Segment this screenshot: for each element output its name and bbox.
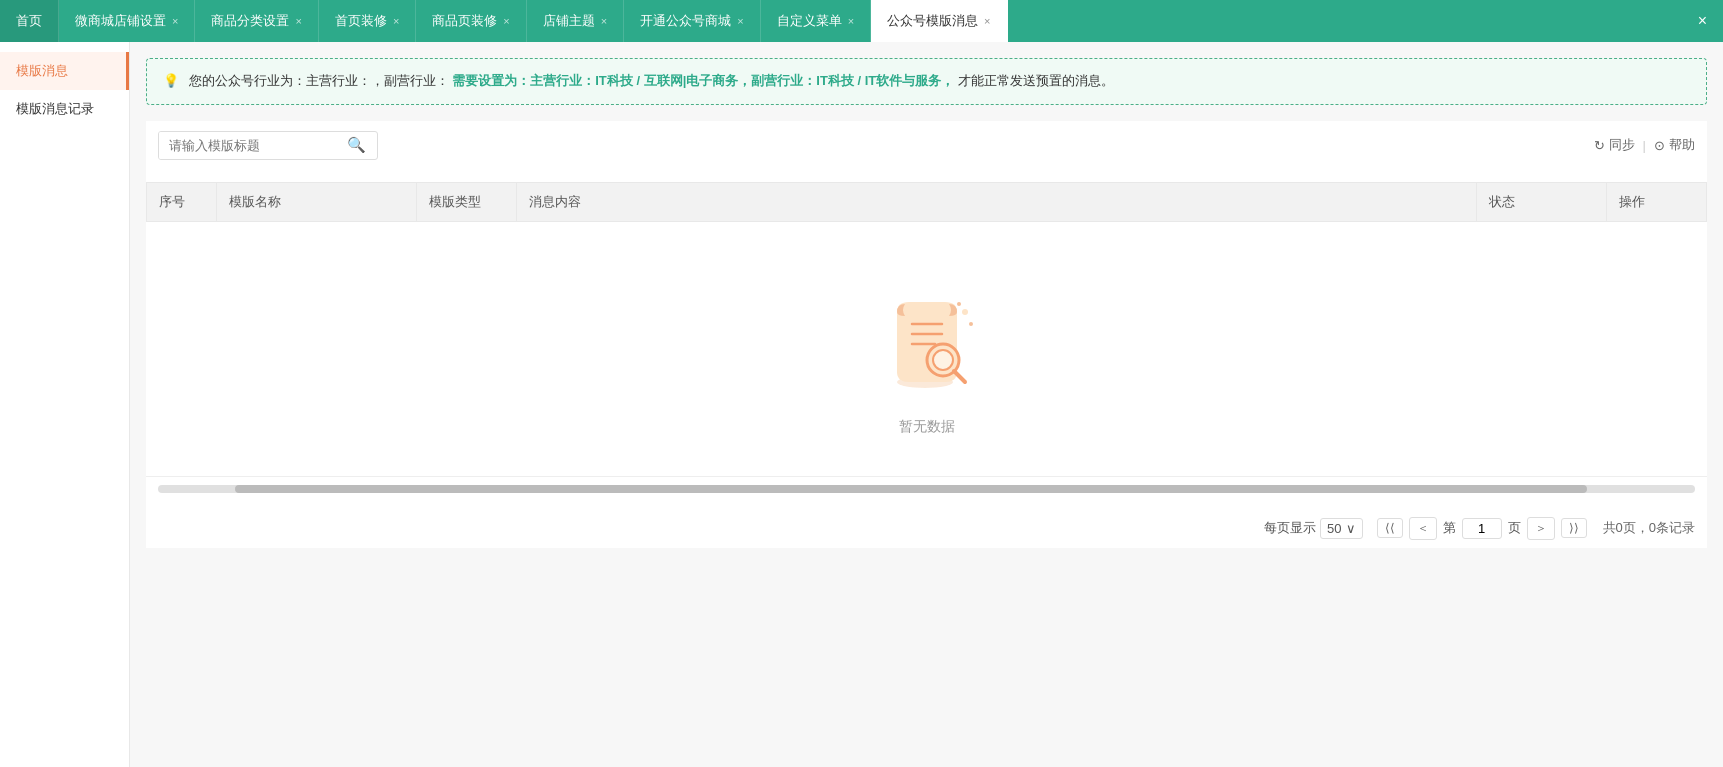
svg-point-8 bbox=[969, 322, 973, 326]
col-seq: 序号 bbox=[147, 182, 217, 221]
nav-close-template-msg[interactable]: × bbox=[984, 15, 990, 27]
toolbar-right: ↻ 同步 | ⊙ 帮助 bbox=[1594, 136, 1695, 154]
nav-item-custom-menu[interactable]: 自定义菜单 × bbox=[761, 0, 871, 42]
pagination: 每页显示 50 ∨ ⟨⟨ ＜ 第 页 ＞ ⟩⟩ 共0页，0条记录 bbox=[146, 509, 1707, 548]
table-header-row: 序号 模版名称 模版类型 消息内容 状态 操作 bbox=[147, 182, 1707, 221]
nav-item-category-settings[interactable]: 商品分类设置 × bbox=[195, 0, 318, 42]
nav-close-store-settings[interactable]: × bbox=[172, 15, 178, 27]
col-content: 消息内容 bbox=[517, 182, 1477, 221]
nav-close-product-decoration[interactable]: × bbox=[503, 15, 509, 27]
nav-label-home-decoration: 首页装修 bbox=[335, 12, 387, 30]
nav-label-product-decoration: 商品页装修 bbox=[432, 12, 497, 30]
nav-label-template-msg: 公众号模版消息 bbox=[887, 12, 978, 30]
toolbar-divider: | bbox=[1643, 138, 1646, 153]
content-area: 💡 您的公众号行业为：主营行业：，副营行业： 需要设置为：主营行业：IT科技 /… bbox=[130, 42, 1723, 767]
nav-item-store-theme[interactable]: 店铺主题 × bbox=[527, 0, 624, 42]
page-size-label: 每页显示 bbox=[1264, 519, 1316, 537]
search-input[interactable] bbox=[159, 132, 339, 159]
sidebar-label-template-msg-record: 模版消息记录 bbox=[16, 101, 94, 116]
nav-close-category-settings[interactable]: × bbox=[295, 15, 301, 27]
next-page-button[interactable]: ＞ bbox=[1527, 517, 1555, 540]
search-input-wrap: 🔍 bbox=[158, 131, 378, 160]
notice-bulb-icon: 💡 bbox=[163, 73, 179, 88]
sync-label: 同步 bbox=[1609, 136, 1635, 154]
col-action: 操作 bbox=[1607, 182, 1707, 221]
top-navigation: 首页 微商城店铺设置 × 商品分类设置 × 首页装修 × 商品页装修 × 店铺主… bbox=[0, 0, 1723, 42]
page-label-prefix: 第 bbox=[1443, 519, 1456, 537]
nav-item-home[interactable]: 首页 bbox=[0, 0, 59, 42]
sidebar-label-template-msg: 模版消息 bbox=[16, 63, 68, 78]
col-type: 模版类型 bbox=[417, 182, 517, 221]
horizontal-scrollbar[interactable] bbox=[158, 485, 1695, 493]
page-size-value: 50 bbox=[1327, 521, 1341, 536]
total-info: 共0页，0条记录 bbox=[1603, 519, 1695, 537]
empty-illustration bbox=[867, 282, 987, 402]
notice-suffix-text: 才能正常发送预置的消息。 bbox=[958, 73, 1114, 88]
svg-point-9 bbox=[957, 302, 961, 306]
page-number-input[interactable] bbox=[1462, 518, 1502, 539]
scrollbar-thumb[interactable] bbox=[235, 485, 1588, 493]
empty-text: 暂无数据 bbox=[899, 418, 955, 436]
nav-item-product-decoration[interactable]: 商品页装修 × bbox=[416, 0, 526, 42]
close-all-icon: × bbox=[1698, 12, 1707, 30]
prev-page-button[interactable]: ＜ bbox=[1409, 517, 1437, 540]
search-bar: 🔍 ↻ 同步 | ⊙ 帮助 bbox=[146, 121, 1707, 170]
nav-label-custom-menu: 自定义菜单 bbox=[777, 12, 842, 30]
svg-point-7 bbox=[962, 309, 968, 315]
nav-item-open-mall[interactable]: 开通公众号商城 × bbox=[624, 0, 760, 42]
empty-row: 暂无数据 bbox=[147, 221, 1707, 476]
page-label-suffix: 页 bbox=[1508, 519, 1521, 537]
help-button[interactable]: ⊙ 帮助 bbox=[1654, 136, 1695, 154]
nav-label-open-mall: 开通公众号商城 bbox=[640, 12, 731, 30]
chevron-down-icon: ∨ bbox=[1346, 521, 1356, 536]
nav-label-category-settings: 商品分类设置 bbox=[211, 12, 289, 30]
empty-state: 暂无数据 bbox=[147, 222, 1707, 476]
nav-close-all-button[interactable]: × bbox=[1682, 0, 1723, 42]
sync-icon: ↻ bbox=[1594, 138, 1605, 153]
scroll-bar-area bbox=[146, 476, 1707, 509]
notice-banner: 💡 您的公众号行业为：主营行业：，副营行业： 需要设置为：主营行业：IT科技 /… bbox=[146, 58, 1707, 105]
help-label: 帮助 bbox=[1669, 136, 1695, 154]
sync-button[interactable]: ↻ 同步 bbox=[1594, 136, 1635, 154]
first-page-button[interactable]: ⟨⟨ bbox=[1377, 518, 1403, 538]
nav-item-store-settings[interactable]: 微商城店铺设置 × bbox=[59, 0, 195, 42]
nav-label-store-theme: 店铺主题 bbox=[543, 12, 595, 30]
last-page-button[interactable]: ⟩⟩ bbox=[1561, 518, 1587, 538]
help-icon: ⊙ bbox=[1654, 138, 1665, 153]
page-size-select: 每页显示 50 ∨ bbox=[1264, 518, 1362, 539]
nav-close-open-mall[interactable]: × bbox=[737, 15, 743, 27]
nav-close-store-theme[interactable]: × bbox=[601, 15, 607, 27]
col-name: 模版名称 bbox=[217, 182, 417, 221]
nav-label-home: 首页 bbox=[16, 12, 42, 30]
main-layout: 模版消息 模版消息记录 💡 您的公众号行业为：主营行业：，副营行业： 需要设置为… bbox=[0, 42, 1723, 767]
svg-point-5 bbox=[933, 350, 953, 370]
nav-close-custom-menu[interactable]: × bbox=[848, 15, 854, 27]
search-icon: 🔍 bbox=[347, 136, 366, 153]
data-table: 序号 模版名称 模版类型 消息内容 状态 操作 bbox=[146, 182, 1707, 476]
nav-item-template-msg[interactable]: 公众号模版消息 × bbox=[871, 0, 1007, 42]
nav-label-store-settings: 微商城店铺设置 bbox=[75, 12, 166, 30]
notice-highlight-text: 需要设置为：主营行业：IT科技 / 互联网|电子商务，副营行业：IT科技 / I… bbox=[452, 73, 954, 88]
page-size-dropdown[interactable]: 50 ∨ bbox=[1320, 518, 1362, 539]
notice-prefix-text: 您的公众号行业为：主营行业：，副营行业： bbox=[189, 73, 449, 88]
nav-item-home-decoration[interactable]: 首页装修 × bbox=[319, 0, 416, 42]
sidebar-item-template-msg[interactable]: 模版消息 bbox=[0, 52, 129, 90]
sidebar-item-template-msg-record[interactable]: 模版消息记录 bbox=[0, 90, 129, 128]
table-wrapper: 🔍 ↻ 同步 | ⊙ 帮助 bbox=[146, 121, 1707, 548]
sidebar: 模版消息 模版消息记录 bbox=[0, 42, 130, 767]
search-button[interactable]: 🔍 bbox=[339, 136, 374, 154]
nav-close-home-decoration[interactable]: × bbox=[393, 15, 399, 27]
col-status: 状态 bbox=[1477, 182, 1607, 221]
